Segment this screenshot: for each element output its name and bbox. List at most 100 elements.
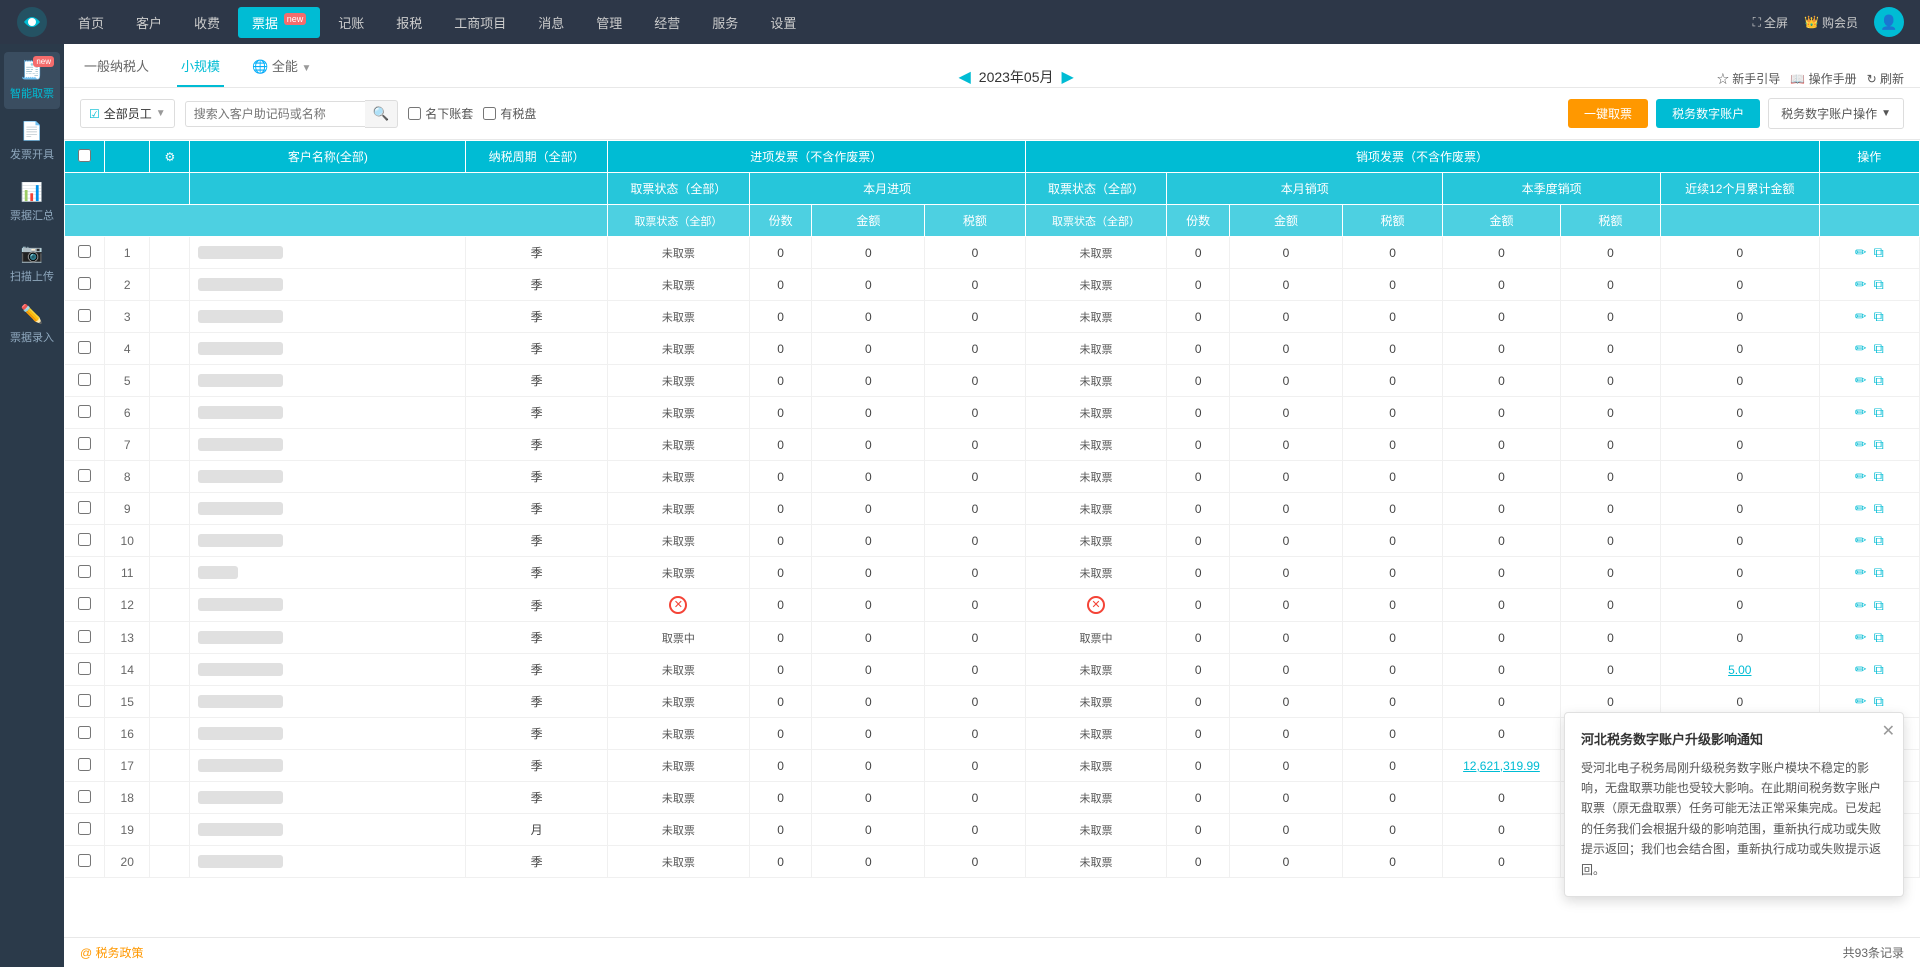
edit-btn[interactable]: ✏ [1855,276,1867,292]
copy-btn[interactable]: ⧉ [1874,404,1884,420]
copy-btn[interactable]: ⧉ [1874,372,1884,388]
copy-btn[interactable]: ⧉ [1874,276,1884,292]
row-checkbox[interactable] [78,565,91,578]
th-period[interactable]: 纳税周期（全部） [466,141,608,173]
xiao-amount: 0 [1230,301,1343,333]
edit-btn[interactable]: ✏ [1855,661,1867,677]
nav-customer[interactable]: 客户 [122,7,176,38]
row-checkbox[interactable] [78,277,91,290]
row-checkbox[interactable] [78,341,91,354]
edit-btn[interactable]: ✏ [1855,468,1867,484]
sidebar-item-ticket-summary[interactable]: 📊 票据汇总 [4,174,60,231]
notification-close-btn[interactable]: ✕ [1882,721,1895,741]
checkbox-tax-disk[interactable]: 有税盘 [483,105,536,122]
sidebar-item-smart-ticket[interactable]: new 🧾 智能取票 [4,52,60,109]
row-checkbox[interactable] [78,309,91,322]
digital-account-btn[interactable]: 税务数字账户 [1656,99,1760,128]
row-checkbox[interactable] [78,501,91,514]
th-name[interactable]: 客户名称(全部) [190,141,466,173]
copy-btn[interactable]: ⧉ [1874,468,1884,484]
nav-manage[interactable]: 管理 [582,7,636,38]
sidebar-item-scan-upload[interactable]: 📷 扫描上传 [4,235,60,292]
row-checkbox[interactable] [78,405,91,418]
nav-ticket[interactable]: 票据 new [238,7,320,38]
date-prev-btn[interactable]: ◀ [958,67,970,87]
row-checkbox[interactable] [78,822,91,835]
tab-small-scale[interactable]: 小规模 [177,44,224,87]
edit-btn[interactable]: ✏ [1855,404,1867,420]
row-checkbox[interactable] [78,790,91,803]
season-amount[interactable]: 12,621,319.99 [1463,759,1540,773]
row-checkbox[interactable] [78,630,91,643]
select-all-checkbox[interactable] [78,149,91,162]
search-input[interactable] [185,101,365,127]
nav-home[interactable]: 首页 [64,7,118,38]
row-checkbox[interactable] [78,758,91,771]
row-checkbox[interactable] [78,597,91,610]
nav-message[interactable]: 消息 [524,7,578,38]
row-checkbox[interactable] [78,726,91,739]
row-checkbox[interactable] [78,694,91,707]
copy-btn[interactable]: ⧉ [1874,244,1884,260]
th-xiao-status[interactable]: 取票状态（全部） [1025,173,1167,205]
edit-btn[interactable]: ✏ [1855,340,1867,356]
cumulative-amount[interactable]: 5.00 [1728,663,1751,677]
copy-btn[interactable]: ⧉ [1874,693,1884,709]
copy-btn[interactable]: ⧉ [1874,532,1884,548]
nav-fee[interactable]: 收费 [180,7,234,38]
sidebar-item-invoice-open[interactable]: 📄 发票开具 [4,113,60,170]
copy-btn[interactable]: ⧉ [1874,340,1884,356]
quick-ticket-btn[interactable]: 一键取票 [1568,99,1648,128]
digital-account-op-btn[interactable]: 税务数字账户操作 ▼ [1768,98,1904,129]
nav-business[interactable]: 工商项目 [440,7,520,38]
edit-btn[interactable]: ✏ [1855,244,1867,260]
user-avatar[interactable]: 👤 [1874,7,1904,37]
jin-status-cell: 未取票 [608,269,750,301]
edit-btn[interactable]: ✏ [1855,629,1867,645]
row-checkbox[interactable] [78,854,91,867]
edit-btn[interactable]: ✏ [1855,693,1867,709]
copy-btn[interactable]: ⧉ [1874,629,1884,645]
member-btn[interactable]: 👑 购会员 [1804,14,1858,31]
refresh-link[interactable]: ↻ 刷新 [1867,70,1904,87]
nav-settings[interactable]: 设置 [756,7,810,38]
row-checkbox[interactable] [78,437,91,450]
edit-btn[interactable]: ✏ [1855,500,1867,516]
employee-select[interactable]: ☑ 全部员工 ▼ [80,99,175,128]
copy-btn[interactable]: ⧉ [1874,308,1884,324]
edit-btn[interactable]: ✏ [1855,372,1867,388]
search-button[interactable]: 🔍 [365,100,399,128]
edit-btn[interactable]: ✏ [1855,436,1867,452]
copy-btn[interactable]: ⧉ [1874,500,1884,516]
subordinate-checkbox[interactable] [408,107,421,120]
copy-btn[interactable]: ⧉ [1874,436,1884,452]
taxdisk-checkbox[interactable] [483,107,496,120]
date-next-btn[interactable]: ▶ [1062,67,1074,87]
fullscreen-btn[interactable]: ⛶ 全屏 [1753,14,1788,31]
copy-btn[interactable]: ⧉ [1874,597,1884,613]
row-checkbox[interactable] [78,533,91,546]
checkbox-subordinate[interactable]: 名下账套 [408,105,473,122]
edit-btn[interactable]: ✏ [1855,597,1867,613]
tax-policy-link[interactable]: @ 税务政策 [80,944,144,961]
edit-btn[interactable]: ✏ [1855,532,1867,548]
row-checkbox[interactable] [78,373,91,386]
new-guide-link[interactable]: ☆ 新手引导 [1717,70,1780,87]
tab-general-taxpayer[interactable]: 一般纳税人 [80,44,153,87]
row-checkbox[interactable] [78,469,91,482]
edit-btn[interactable]: ✏ [1855,564,1867,580]
nav-accounting[interactable]: 记账 [324,7,378,38]
copy-btn[interactable]: ⧉ [1874,661,1884,677]
jin-amount: 0 [812,429,925,461]
nav-tax[interactable]: 报税 [382,7,436,38]
manual-link[interactable]: 📖 操作手册 [1790,70,1856,87]
th-jin-status[interactable]: 取票状态（全部） [608,173,750,205]
row-checkbox[interactable] [78,245,91,258]
sidebar-item-ticket-entry[interactable]: ✏️ 票据录入 [4,296,60,353]
tab-all[interactable]: 🌐 全能 ▼ [248,44,315,87]
nav-operation[interactable]: 经营 [640,7,694,38]
edit-btn[interactable]: ✏ [1855,308,1867,324]
row-checkbox[interactable] [78,662,91,675]
copy-btn[interactable]: ⧉ [1874,564,1884,580]
nav-service[interactable]: 服务 [698,7,752,38]
